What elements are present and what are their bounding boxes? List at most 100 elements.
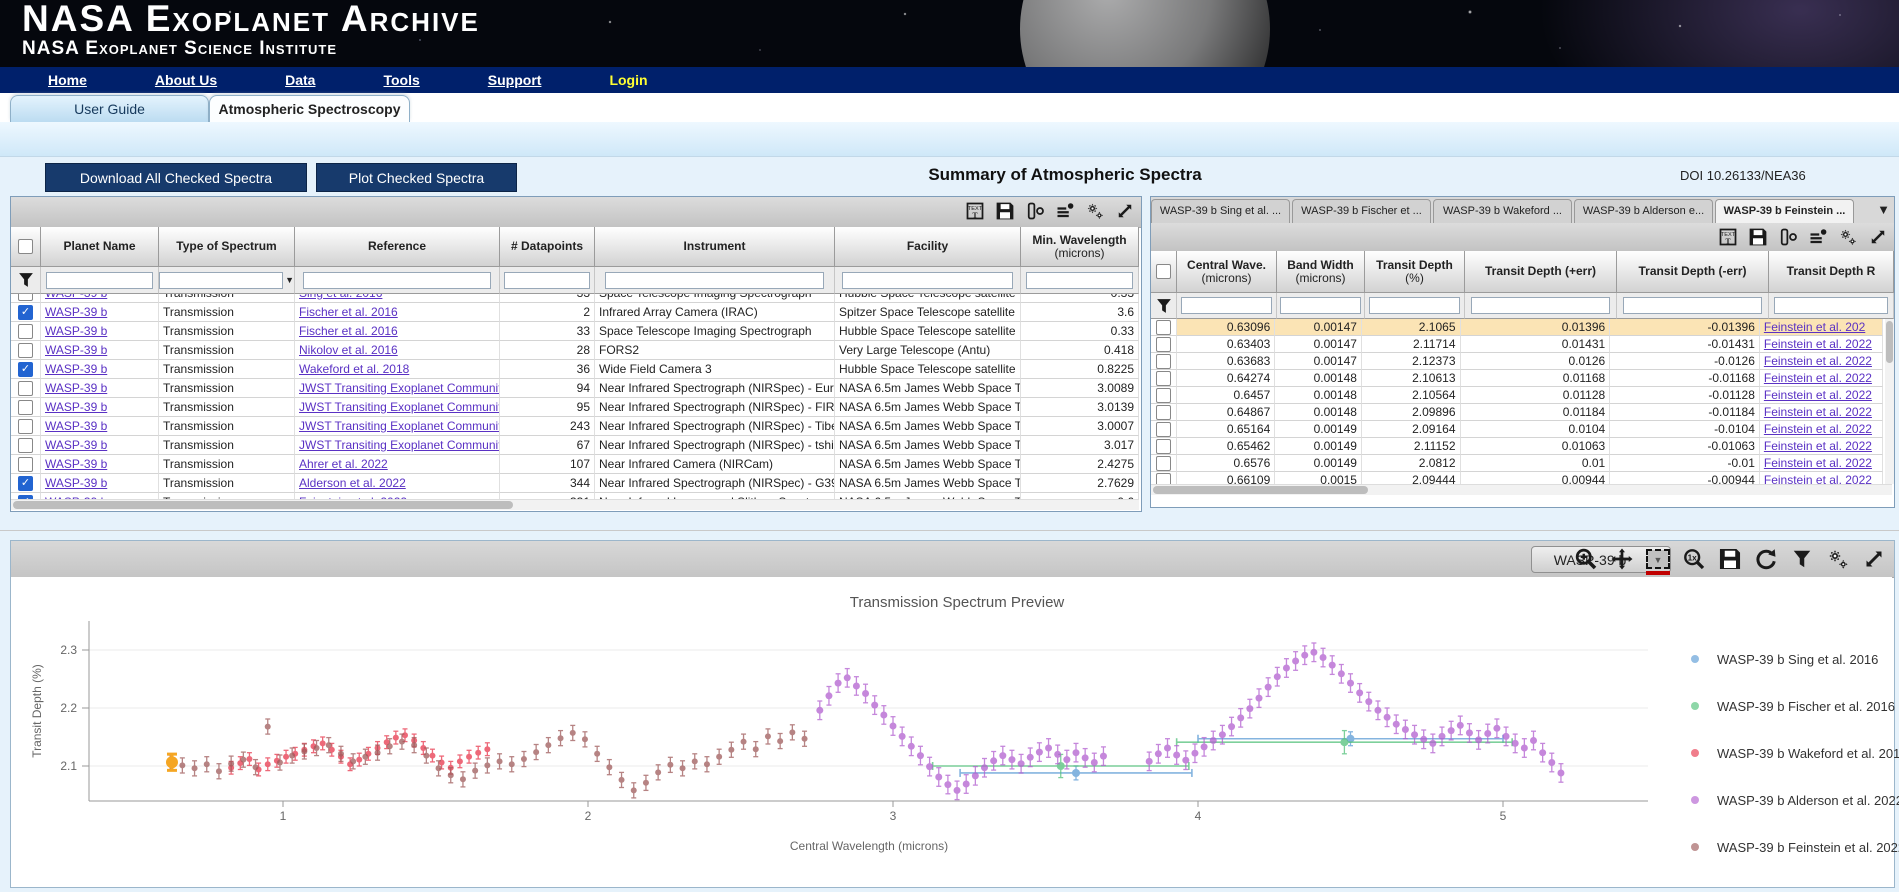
plot-checked-spectra-button[interactable]: Plot Checked Spectra — [316, 163, 517, 192]
legend-item[interactable]: WASP-39 b Wakeford et al. 2018 — [1691, 743, 1899, 763]
fullscreen-icon[interactable] — [1860, 545, 1888, 573]
left-table-hscroll-thumb[interactable] — [13, 501, 513, 509]
column-header[interactable]: Min. Wavelength(microns) — [1021, 227, 1139, 267]
right-table-hscrollbar[interactable] — [1151, 484, 1892, 495]
box-zoom-icon[interactable] — [1644, 545, 1672, 573]
column-filter-input[interactable] — [504, 272, 590, 289]
row-checkbox[interactable] — [1156, 371, 1171, 386]
column-header[interactable]: Transit Depth R — [1769, 251, 1894, 293]
right-table-vscroll-thumb[interactable] — [1886, 321, 1893, 363]
reference-link[interactable]: Feinstein et al. 2022 — [1764, 388, 1872, 402]
spectrum-tab[interactable]: WASP-39 b Sing et al. ... — [1151, 199, 1290, 223]
reference-link[interactable]: Feinstein et al. 2022 — [1764, 405, 1872, 419]
row-checkbox[interactable] — [1156, 354, 1171, 369]
reference-link[interactable]: Nikolov et al. 2016 — [299, 343, 398, 357]
settings-icon[interactable] — [1836, 225, 1860, 249]
reference-link[interactable]: Feinstein et al. 2022 — [1764, 473, 1872, 484]
tab-atmospheric-spectroscopy[interactable]: Atmospheric Spectroscopy — [209, 95, 410, 122]
text-view-icon[interactable]: TEXTT — [963, 199, 987, 223]
row-checkbox[interactable] — [1156, 456, 1171, 471]
nav-item-support[interactable]: Support — [488, 72, 542, 88]
reference-link[interactable]: WASP-39 b — [45, 381, 107, 395]
text-view-icon[interactable]: TEXTT — [1716, 225, 1740, 249]
row-checkbox[interactable] — [18, 343, 33, 358]
column-filter-input[interactable] — [1280, 297, 1360, 314]
column-filter-input[interactable] — [1623, 297, 1762, 314]
fullscreen-icon[interactable] — [1866, 225, 1890, 249]
row-checkbox[interactable] — [18, 457, 33, 472]
column-filter-input[interactable] — [46, 272, 154, 289]
filter-icon[interactable] — [1788, 545, 1816, 573]
column-header[interactable]: Transit Depth (-err) — [1617, 251, 1769, 293]
fullscreen-icon[interactable] — [1113, 199, 1137, 223]
undo-icon[interactable] — [1752, 545, 1780, 573]
column-filter-input[interactable] — [159, 272, 283, 289]
reference-link[interactable]: WASP-39 b — [45, 419, 107, 433]
nav-item-about-us[interactable]: About Us — [155, 72, 217, 88]
reference-link[interactable]: WASP-39 b — [45, 476, 107, 490]
reference-link[interactable]: WASP-39 b — [45, 457, 107, 471]
row-checkbox[interactable] — [1156, 439, 1171, 454]
reference-link[interactable]: Feinstein et al. 2022 — [1764, 439, 1872, 453]
filter-dropdown-icon[interactable]: ▼ — [285, 275, 294, 285]
reference-link[interactable]: Fischer et al. 2016 — [299, 324, 398, 338]
spectrum-tab[interactable]: WASP-39 b Feinstein ... — [1715, 199, 1854, 223]
column-header[interactable]: Facility — [835, 227, 1021, 267]
column-header[interactable]: Reference — [295, 227, 500, 267]
download-all-checked-spectra-button[interactable]: Download All Checked Spectra — [45, 163, 307, 192]
reference-link[interactable]: WASP-39 b — [45, 294, 107, 300]
column-header[interactable]: Band Width(microns) — [1277, 251, 1365, 293]
column-filter-input[interactable] — [303, 272, 491, 289]
row-checkbox[interactable] — [18, 324, 33, 339]
row-checkbox[interactable] — [1156, 473, 1171, 485]
reference-link[interactable]: JWST Transiting Exoplanet Communit — [299, 400, 500, 414]
legend-item[interactable]: WASP-39 b Sing et al. 2016 — [1691, 649, 1899, 669]
row-checkbox[interactable] — [18, 294, 33, 301]
column-header[interactable]: Central Wave.(microns) — [1177, 251, 1277, 293]
save-icon[interactable] — [1746, 225, 1770, 249]
legend-item[interactable]: WASP-39 b Alderson et al. 2022 — [1691, 790, 1899, 810]
reference-link[interactable]: Feinstein et al. 2022 — [1764, 337, 1872, 351]
reference-link[interactable]: Sing et al. 2016 — [299, 294, 382, 300]
column-header[interactable]: # Datapoints — [500, 227, 595, 267]
column-header[interactable]: Planet Name — [41, 227, 159, 267]
row-checkbox[interactable] — [1156, 422, 1171, 437]
select-all-checkbox[interactable] — [18, 239, 33, 254]
column-filter-input[interactable] — [1774, 297, 1888, 314]
reference-link[interactable]: Wakeford et al. 2018 — [299, 362, 409, 376]
row-checkbox[interactable] — [1156, 320, 1171, 335]
column-control-icon[interactable] — [1023, 199, 1047, 223]
legend-item[interactable]: WASP-39 b Feinstein et al. 2022 — [1691, 837, 1899, 857]
column-filter-input[interactable] — [605, 272, 825, 289]
reference-link[interactable]: WASP-39 b — [45, 343, 107, 357]
row-checkbox[interactable]: ✓ — [18, 305, 33, 320]
nav-item-login[interactable]: Login — [609, 72, 647, 88]
column-header[interactable]: Instrument — [595, 227, 835, 267]
reference-link[interactable]: WASP-39 b — [45, 362, 107, 376]
tab-user-guide[interactable]: User Guide — [10, 95, 209, 122]
spectrum-tab[interactable]: WASP-39 b Fischer et ... — [1292, 199, 1431, 223]
pan-icon[interactable] — [1608, 545, 1636, 573]
row-checkbox[interactable]: ✓ — [18, 476, 33, 491]
legend-item[interactable]: WASP-39 b Fischer et al. 2016 — [1691, 696, 1899, 716]
spectrum-tab[interactable]: WASP-39 b Alderson e... — [1574, 199, 1713, 223]
column-header[interactable]: Type of Spectrum — [159, 227, 295, 267]
right-table-vscrollbar[interactable] — [1885, 319, 1894, 484]
reference-link[interactable]: Fischer et al. 2016 — [299, 305, 398, 319]
reference-link[interactable]: JWST Transiting Exoplanet Communit — [299, 381, 500, 395]
reference-link[interactable]: WASP-39 b — [45, 305, 107, 319]
spectrum-tab[interactable]: WASP-39 b Wakeford ... — [1433, 199, 1572, 223]
reference-link[interactable]: JWST Transiting Exoplanet Communit — [299, 438, 500, 452]
reference-link[interactable]: Feinstein et al. 2022 — [1764, 371, 1872, 385]
zoom-in-icon[interactable] — [1572, 545, 1600, 573]
column-header[interactable]: Transit Depth(%) — [1365, 251, 1465, 293]
row-checkbox[interactable] — [18, 419, 33, 434]
reference-link[interactable]: Feinstein et al. 2022 — [1764, 422, 1872, 436]
row-checkbox[interactable]: ✓ — [18, 362, 33, 377]
row-checkbox[interactable] — [18, 438, 33, 453]
reference-link[interactable]: WASP-39 b — [45, 324, 107, 338]
row-checkbox[interactable] — [18, 381, 33, 396]
reference-link[interactable]: JWST Transiting Exoplanet Communit — [299, 419, 500, 433]
reference-link[interactable]: WASP-39 b — [45, 438, 107, 452]
column-filter-input[interactable] — [1181, 297, 1272, 314]
